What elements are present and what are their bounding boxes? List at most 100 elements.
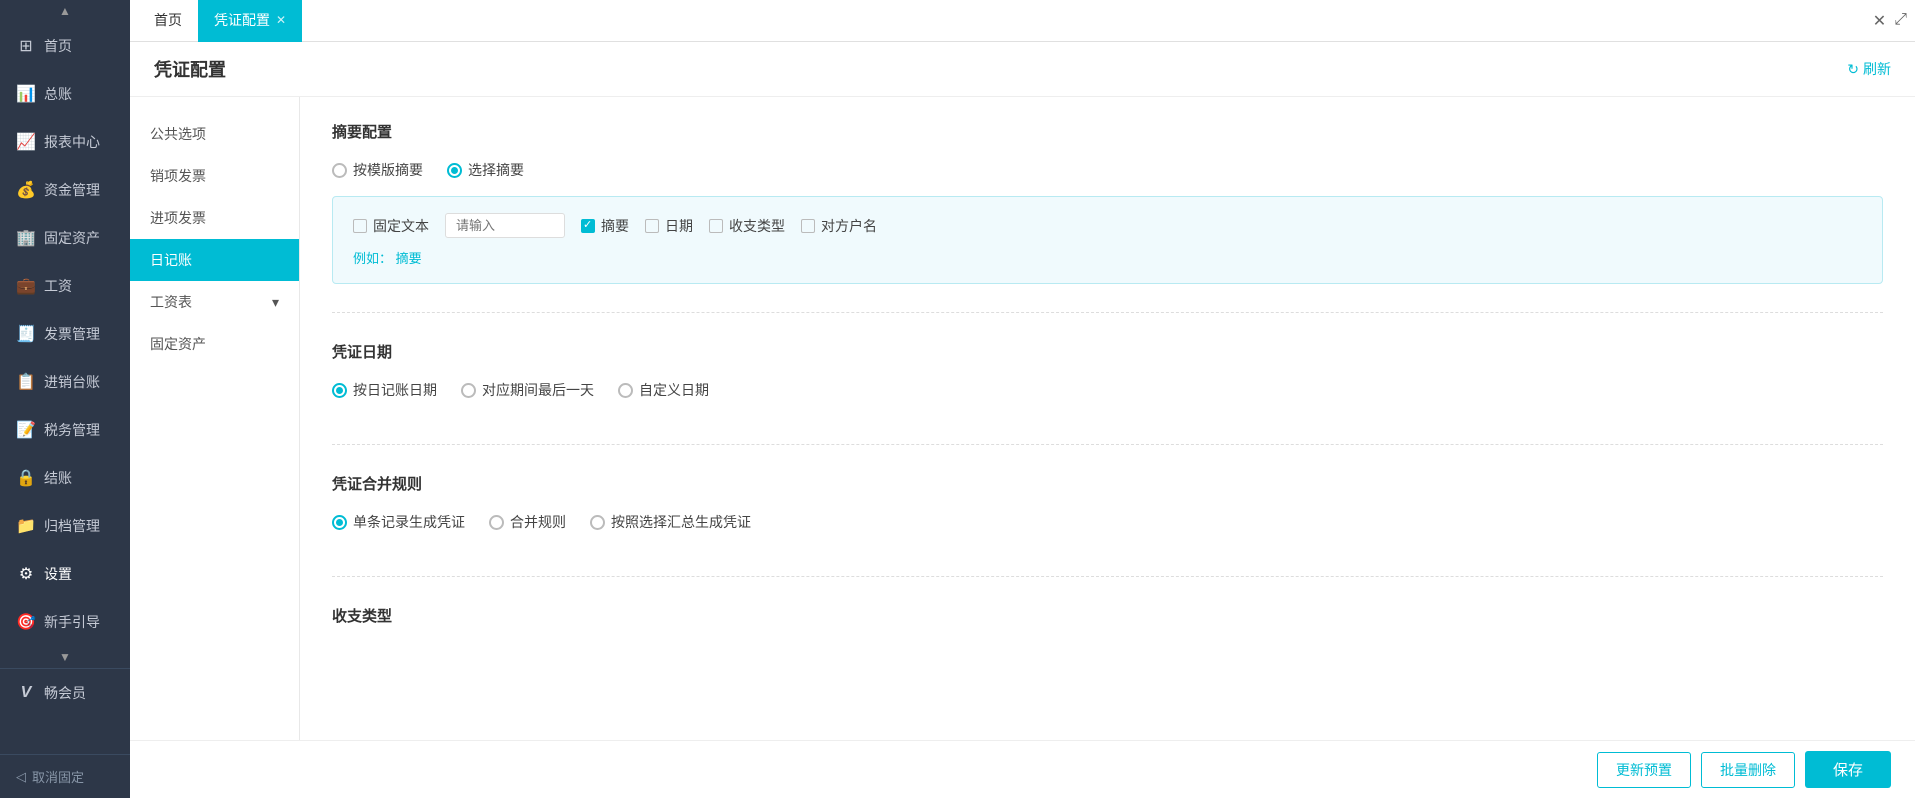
left-nav-fixed-assets[interactable]: 固定资产: [130, 323, 299, 365]
sidebar-scroll-up[interactable]: ▲: [0, 0, 130, 22]
settings-icon: ⚙: [16, 564, 36, 584]
sidebar-item-purchasesales[interactable]: 📋 进销台账: [0, 358, 130, 406]
content-area: 公共选项 销项发票 进项发票 日记账 工资表 ▾ 固定资产: [130, 97, 1915, 740]
sidebar-item-home[interactable]: ⊞ 首页: [0, 22, 130, 70]
reports-icon: 📈: [16, 132, 36, 152]
main-area: 首页 凭证配置 ✕ ✕ ⤢ 凭证配置 ↻ 刷新 公共选项: [130, 0, 1915, 798]
sidebar-item-reports[interactable]: 📈 报表中心: [0, 118, 130, 166]
sidebar-item-ledger[interactable]: 📊 总账: [0, 70, 130, 118]
custom-date-radio[interactable]: [618, 383, 633, 398]
summary-section-title: 摘要配置: [332, 121, 1883, 142]
abstract-checkbox[interactable]: [581, 219, 595, 233]
page-header: 凭证配置 ↻ 刷新: [130, 42, 1915, 97]
date-radio-group: 按日记账日期 对应期间最后一天 自定义日期: [332, 380, 1883, 400]
tab-close-icon[interactable]: ✕: [276, 13, 286, 27]
select-summary-radio[interactable]: [447, 163, 462, 178]
tab-home[interactable]: 首页: [138, 0, 198, 42]
income-expense-section: 收支类型: [332, 605, 1883, 672]
date-checkbox-label[interactable]: 日期: [645, 216, 693, 236]
left-nav-public[interactable]: 公共选项: [130, 113, 299, 155]
counterpart-checkbox-label[interactable]: 对方户名: [801, 216, 877, 236]
merge-section-title: 凭证合并规则: [332, 473, 1883, 494]
left-nav-sales-invoice[interactable]: 销项发票: [130, 155, 299, 197]
template-summary-radio[interactable]: [332, 163, 347, 178]
right-panel: 摘要配置 按模版摘要 选择摘要: [300, 97, 1915, 740]
sidebar-item-tax[interactable]: 📝 税务管理: [0, 406, 130, 454]
closing-icon: 🔒: [16, 468, 36, 488]
example-text: 例如： 摘要: [353, 248, 1862, 267]
archive-icon: 📁: [16, 516, 36, 536]
expand-window-icon[interactable]: ⤢: [1894, 11, 1907, 31]
sidebar-item-salary[interactable]: 💼 工资: [0, 262, 130, 310]
date-section: 凭证日期 按日记账日期 对应期间最后一天 自定义日期: [332, 341, 1883, 445]
merge-section: 凭证合并规则 单条记录生成凭证 合并规则 按照选择汇总生成凭证: [332, 473, 1883, 577]
income-expense-checkbox[interactable]: [709, 219, 723, 233]
date-section-title: 凭证日期: [332, 341, 1883, 362]
left-nav-journal[interactable]: 日记账: [130, 239, 299, 281]
purchasesales-icon: 📋: [16, 372, 36, 392]
income-expense-section-title: 收支类型: [332, 605, 1883, 626]
fixed-text-checkbox[interactable]: [353, 219, 367, 233]
summary-section: 摘要配置 按模版摘要 选择摘要: [332, 121, 1883, 313]
assets-icon: 🏢: [16, 228, 36, 248]
merge-radio-group: 单条记录生成凭证 合并规则 按照选择汇总生成凭证: [332, 512, 1883, 532]
ledger-icon: 📊: [16, 84, 36, 104]
journal-date-radio-label[interactable]: 按日记账日期: [332, 380, 437, 400]
sidebar-item-funds[interactable]: 💰 资金管理: [0, 166, 130, 214]
unpin-sidebar-button[interactable]: ◁ 取消固定: [0, 754, 130, 798]
sidebar-item-archive[interactable]: 📁 归档管理: [0, 502, 130, 550]
counterpart-checkbox[interactable]: [801, 219, 815, 233]
select-summary-radio-label[interactable]: 选择摘要: [447, 160, 524, 180]
refresh-icon: ↻: [1847, 61, 1859, 78]
page-title: 凭证配置: [154, 56, 226, 82]
left-nav-purchase-invoice[interactable]: 进项发票: [130, 197, 299, 239]
merge-rule-radio[interactable]: [489, 515, 504, 530]
tab-bar: 首页 凭证配置 ✕ ✕ ⤢: [130, 0, 1915, 42]
period-last-day-radio-label[interactable]: 对应期间最后一天: [461, 380, 594, 400]
bottom-action-bar: 更新预置 批量删除 保存: [130, 740, 1915, 798]
single-record-radio-label[interactable]: 单条记录生成凭证: [332, 512, 465, 532]
date-checkbox[interactable]: [645, 219, 659, 233]
single-record-radio[interactable]: [332, 515, 347, 530]
sidebar-item-guide[interactable]: 🎯 新手引导: [0, 598, 130, 646]
save-button[interactable]: 保存: [1805, 751, 1891, 788]
sidebar-item-closing[interactable]: 🔒 结账: [0, 454, 130, 502]
custom-date-radio-label[interactable]: 自定义日期: [618, 380, 709, 400]
journal-date-radio[interactable]: [332, 383, 347, 398]
invoice-icon: 🧾: [16, 324, 36, 344]
tab-bar-controls: ✕ ⤢: [1873, 11, 1907, 31]
page-content: 凭证配置 ↻ 刷新 公共选项 销项发票 进项发票 日记账: [130, 42, 1915, 798]
summary-radio-group: 按模版摘要 选择摘要: [332, 160, 1883, 180]
tab-voucher-config[interactable]: 凭证配置 ✕: [198, 0, 302, 42]
refresh-button[interactable]: ↻ 刷新: [1847, 59, 1891, 79]
sidebar-item-assets[interactable]: 🏢 固定资产: [0, 214, 130, 262]
select-summary-gen-radio[interactable]: [590, 515, 605, 530]
sidebar-scroll-down[interactable]: ▼: [0, 646, 130, 668]
summary-config-box: 固定文本 摘要 日期: [332, 196, 1883, 284]
fixed-text-input[interactable]: [445, 213, 565, 238]
pin-icon: ◁: [16, 769, 26, 785]
abstract-checkbox-label[interactable]: 摘要: [581, 216, 629, 236]
summary-checkbox-row: 固定文本 摘要 日期: [353, 213, 1862, 238]
left-nav: 公共选项 销项发票 进项发票 日记账 工资表 ▾ 固定资产: [130, 97, 300, 740]
tax-icon: 📝: [16, 420, 36, 440]
close-window-icon[interactable]: ✕: [1873, 11, 1886, 31]
left-nav-payroll[interactable]: 工资表 ▾: [130, 281, 299, 323]
salary-icon: 💼: [16, 276, 36, 296]
batch-delete-button[interactable]: 批量删除: [1701, 752, 1795, 788]
update-preset-button[interactable]: 更新预置: [1597, 752, 1691, 788]
fixed-text-checkbox-label[interactable]: 固定文本: [353, 216, 429, 236]
template-summary-radio-label[interactable]: 按模版摘要: [332, 160, 423, 180]
period-last-day-radio[interactable]: [461, 383, 476, 398]
funds-icon: 💰: [16, 180, 36, 200]
sidebar-item-member[interactable]: V 畅会员: [0, 668, 130, 717]
home-icon: ⊞: [16, 36, 36, 56]
chevron-down-icon: ▾: [272, 294, 279, 311]
select-summary-gen-radio-label[interactable]: 按照选择汇总生成凭证: [590, 512, 751, 532]
sidebar: ▲ ⊞ 首页 📊 总账 📈 报表中心 💰 资金管理 🏢 固定资产 💼 工资 🧾 …: [0, 0, 130, 798]
guide-icon: 🎯: [16, 612, 36, 632]
sidebar-item-invoice[interactable]: 🧾 发票管理: [0, 310, 130, 358]
income-expense-checkbox-label[interactable]: 收支类型: [709, 216, 785, 236]
sidebar-item-settings[interactable]: ⚙ 设置: [0, 550, 130, 598]
merge-rule-radio-label[interactable]: 合并规则: [489, 512, 566, 532]
